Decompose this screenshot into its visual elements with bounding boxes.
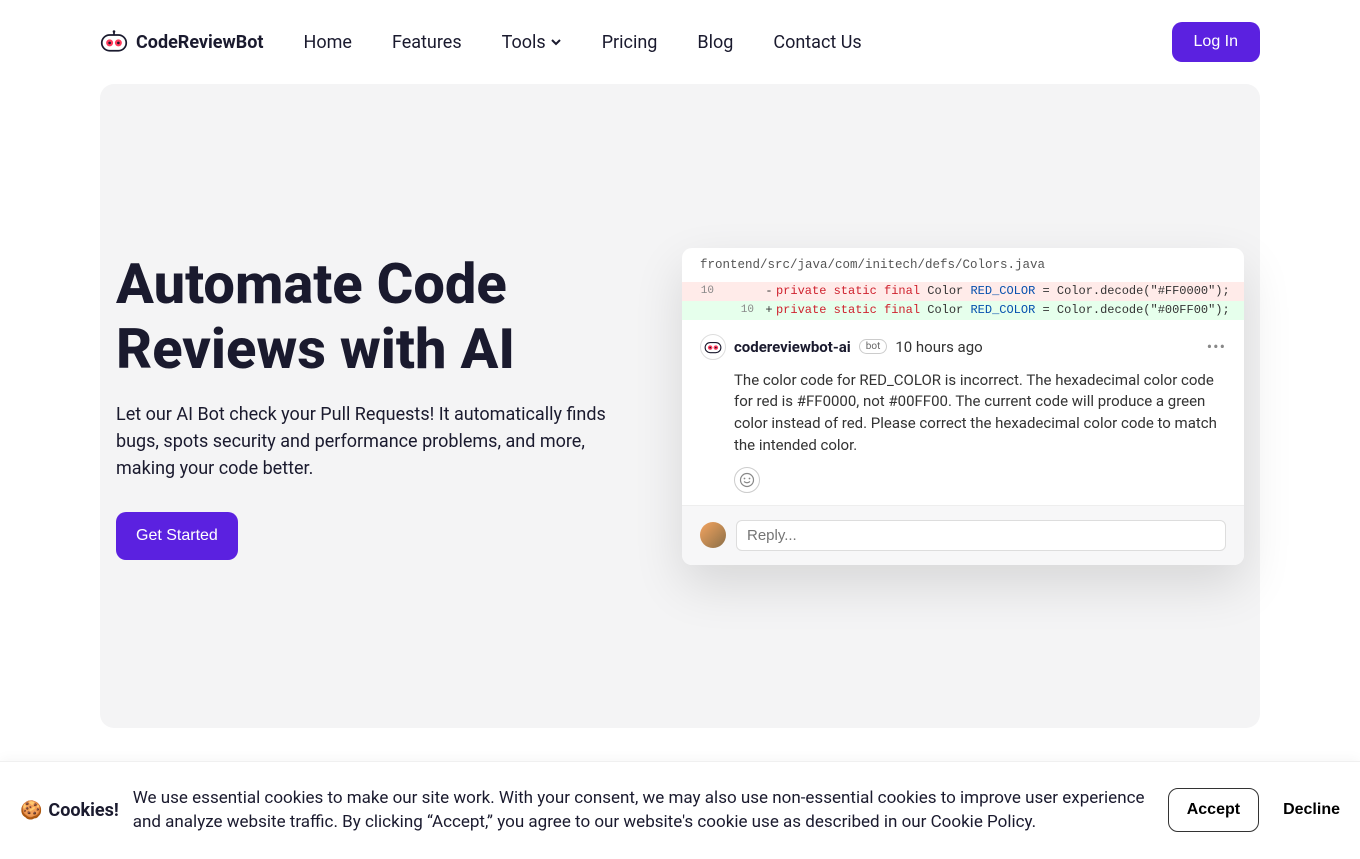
decline-button[interactable]: Decline [1283, 801, 1340, 819]
cookie-heading: Cookies! [48, 800, 118, 821]
brand-name: CodeReviewBot [136, 32, 264, 53]
login-button[interactable]: Log In [1172, 22, 1260, 62]
bot-badge: bot [859, 339, 888, 354]
accept-button[interactable]: Accept [1168, 788, 1259, 832]
nav-tools[interactable]: Tools [502, 32, 562, 53]
cookie-label: 🍪 Cookies! [20, 800, 119, 821]
cookie-actions: Accept Decline [1168, 788, 1340, 832]
bot-avatar [700, 334, 726, 360]
cookie-emoji-icon: 🍪 [20, 800, 42, 821]
reply-section [682, 505, 1244, 565]
user-avatar [700, 522, 726, 548]
reaction-row [734, 467, 1226, 493]
get-started-button[interactable]: Get Started [116, 512, 238, 560]
nav-contact[interactable]: Contact Us [773, 32, 861, 53]
diff-line-removed: 10 - private static final Color RED_COLO… [682, 282, 1244, 301]
cookie-banner: 🍪 Cookies! We use essential cookies to m… [0, 761, 1360, 859]
nav-tools-label: Tools [502, 32, 546, 53]
hero-section: Automate Code Reviews with AI Let our AI… [100, 84, 1260, 728]
add-reaction-button[interactable] [734, 467, 760, 493]
diff-sign: + [762, 303, 776, 317]
robot-icon [704, 340, 722, 354]
comment-menu-icon[interactable]: ••• [1207, 337, 1226, 356]
diff-sign: - [762, 284, 776, 298]
file-path: frontend/src/java/com/initech/defs/Color… [682, 248, 1244, 282]
brand-logo[interactable]: CodeReviewBot [100, 30, 264, 54]
comment-section: codereviewbot-ai bot 10 hours ago ••• Th… [682, 320, 1244, 505]
diff-line-added: 10 + private static final Color RED_COLO… [682, 301, 1244, 320]
nav-blog[interactable]: Blog [697, 32, 733, 53]
hero-subtitle: Let our AI Bot check your Pull Requests!… [116, 401, 616, 482]
diff-code: private static final Color RED_COLOR = C… [776, 303, 1244, 317]
reply-input[interactable] [736, 520, 1226, 551]
comment-body: The color code for RED_COLOR is incorrec… [734, 370, 1226, 457]
old-line-num: 10 [682, 285, 722, 297]
nav-home[interactable]: Home [304, 32, 352, 53]
nav-links: Home Features Tools Pricing Blog Contact… [304, 32, 1172, 53]
hero-right: frontend/src/java/com/initech/defs/Color… [657, 248, 1244, 565]
smiley-icon [739, 472, 755, 488]
chevron-down-icon [550, 36, 562, 48]
top-nav: CodeReviewBot Home Features Tools Pricin… [0, 0, 1360, 84]
comment-header: codereviewbot-ai bot 10 hours ago ••• [700, 334, 1226, 360]
comment-author: codereviewbot-ai [734, 338, 851, 356]
diff-code: private static final Color RED_COLOR = C… [776, 284, 1244, 298]
hero-left: Automate Code Reviews with AI Let our AI… [116, 252, 657, 560]
comment-timestamp: 10 hours ago [895, 338, 982, 356]
review-card: frontend/src/java/com/initech/defs/Color… [682, 248, 1244, 565]
hero-title: Automate Code Reviews with AI [116, 252, 637, 381]
new-line-num: 10 [722, 304, 762, 316]
cookie-text: We use essential cookies to make our sit… [133, 786, 1154, 835]
robot-icon [100, 30, 128, 54]
nav-features[interactable]: Features [392, 32, 462, 53]
nav-pricing[interactable]: Pricing [602, 32, 658, 53]
